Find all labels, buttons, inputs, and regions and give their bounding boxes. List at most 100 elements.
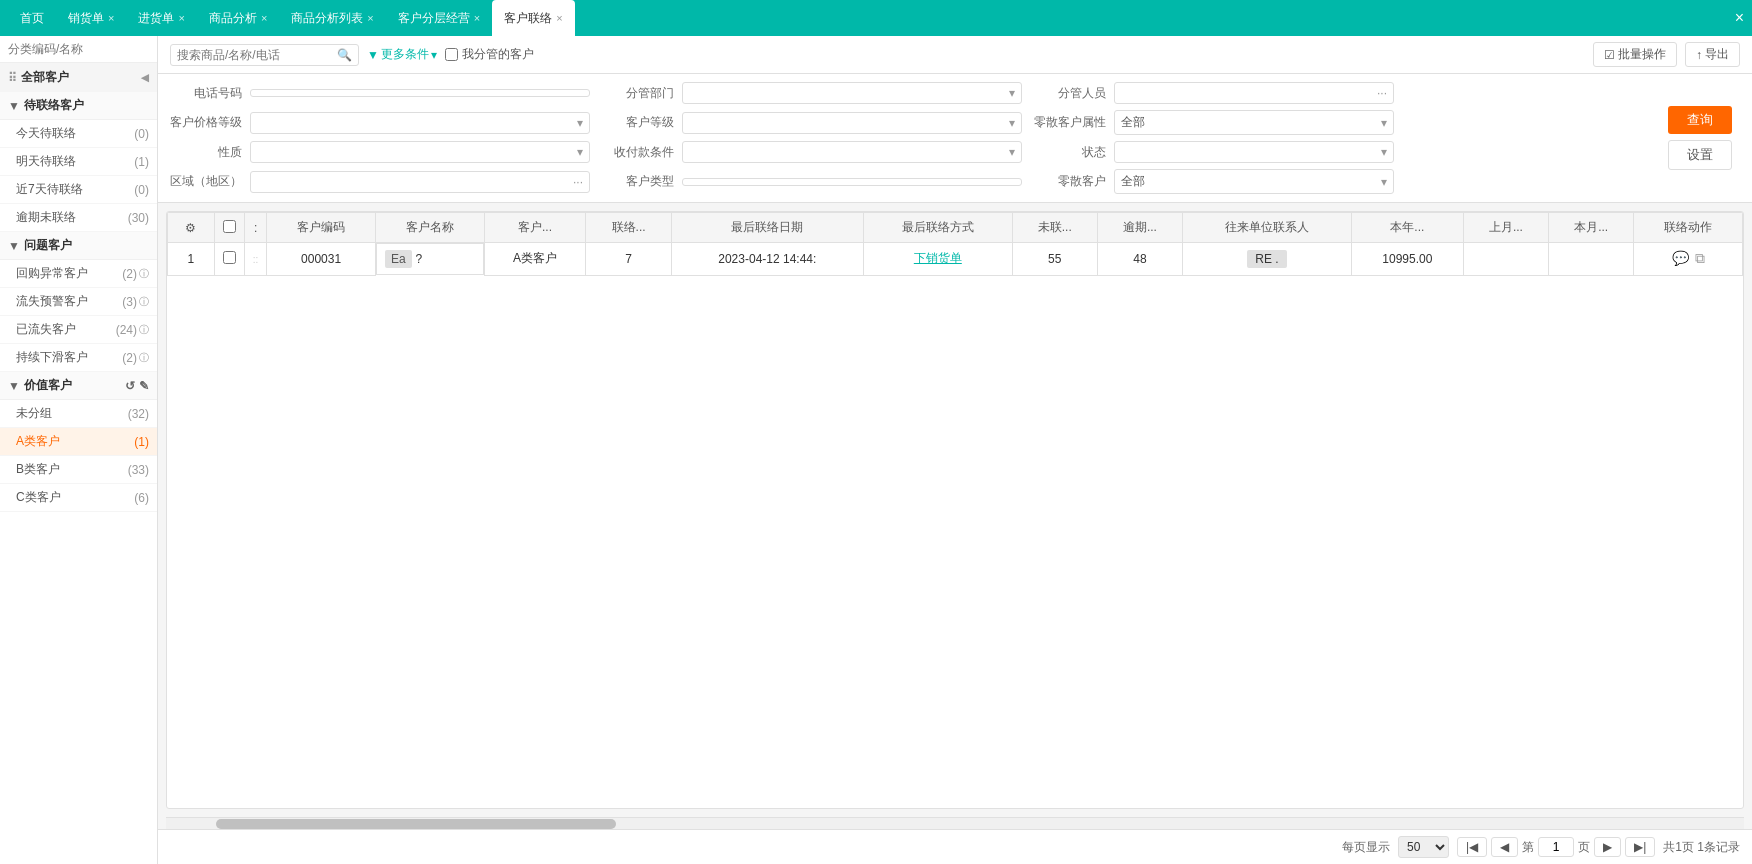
first-page-btn[interactable]: |◀ <box>1457 837 1487 857</box>
th-last-month[interactable]: 上月... <box>1463 213 1548 243</box>
sidebar-churned[interactable]: 已流失客户 (24) ⓘ <box>0 316 157 344</box>
cell-name[interactable]: Ea ? <box>376 243 484 275</box>
th-settings[interactable]: ⚙ <box>168 213 215 243</box>
th-overdue[interactable]: 逾期... <box>1097 213 1182 243</box>
manager-input[interactable]: ··· <box>1114 82 1394 104</box>
table-footer: 每页显示 50 100 200 |◀ ◀ 第 页 ▶ ▶| 共1页 1条记录 <box>158 829 1752 864</box>
nav-home[interactable]: 首页 <box>8 0 56 36</box>
link-action-icon[interactable]: ⧉ <box>1695 250 1705 267</box>
status-arrow-icon: ▾ <box>1381 145 1387 159</box>
price-grade-input[interactable]: ▾ <box>250 112 590 134</box>
problem-triangle-icon: ▼ <box>8 239 20 253</box>
phone-input[interactable] <box>250 89 590 97</box>
pending-contact-group[interactable]: ▼ 待联络客户 <box>0 92 157 120</box>
nav-product-list[interactable]: 商品分析列表 × <box>279 0 385 36</box>
search-input[interactable] <box>177 48 337 62</box>
edit-icon[interactable]: ✎ <box>139 379 149 393</box>
all-customers-header[interactable]: ⠿ 全部客户 ◀ <box>0 63 157 92</box>
horizontal-scrollbar[interactable] <box>166 817 1744 829</box>
sidebar-c-class[interactable]: C类客户 (6) <box>0 484 157 512</box>
payment-arrow-icon: ▾ <box>1009 145 1015 159</box>
th-checkbox[interactable] <box>214 213 244 243</box>
my-customers-checkbox[interactable]: 我分管的客户 <box>445 46 534 63</box>
select-all-checkbox[interactable] <box>223 220 236 233</box>
problem-customers-group[interactable]: ▼ 问题客户 <box>0 232 157 260</box>
checkbox-icon: ☑ <box>1604 48 1615 62</box>
cell-last-method[interactable]: 下销货单 <box>863 243 1012 276</box>
th-type[interactable]: 客户... <box>484 213 586 243</box>
page-number-input[interactable] <box>1538 837 1574 857</box>
payment-input[interactable]: ▾ <box>682 141 1022 163</box>
close-all-button[interactable]: × <box>1735 9 1744 27</box>
dept-input[interactable]: ▾ <box>682 82 1022 104</box>
nav-purchase[interactable]: 进货单 × <box>126 0 196 36</box>
th-last-method[interactable]: 最后联络方式 <box>863 213 1012 243</box>
nav-customer-segment[interactable]: 客户分层经营 × <box>386 0 492 36</box>
more-conditions-btn[interactable]: ▼ 更多条件 ▾ <box>367 46 437 63</box>
retail-attr-input[interactable]: 全部 ▾ <box>1114 110 1394 135</box>
filter-right-actions: ☑ 批量操作 ↑ 导出 <box>1593 42 1740 67</box>
sidebar-search-input[interactable] <box>8 42 158 56</box>
my-customers-check[interactable] <box>445 48 458 61</box>
th-person[interactable]: 往来单位联系人 <box>1183 213 1352 243</box>
nav-customer-contact[interactable]: 客户联络 × <box>492 0 574 36</box>
top-nav: 首页 销货单 × 进货单 × 商品分析 × 商品分析列表 × 客户分层经营 × … <box>0 0 1752 36</box>
prev-page-btn[interactable]: ◀ <box>1491 837 1518 857</box>
sidebar-repurchase-abnormal[interactable]: 回购异常客户 (2) ⓘ <box>0 260 157 288</box>
sidebar-today-contact[interactable]: 今天待联络 (0) <box>0 120 157 148</box>
next-page-btn[interactable]: ▶ <box>1594 837 1621 857</box>
th-code[interactable]: 客户编码 <box>267 213 376 243</box>
nav-customer-segment-close[interactable]: × <box>474 12 480 24</box>
query-button[interactable]: 查询 <box>1668 106 1732 134</box>
per-page-select[interactable]: 50 100 200 <box>1398 836 1449 858</box>
th-name[interactable]: 客户名称 <box>375 213 484 243</box>
nature-input[interactable]: ▾ <box>250 141 590 163</box>
sidebar-no-group[interactable]: 未分组 (32) <box>0 400 157 428</box>
last-page-btn[interactable]: ▶| <box>1625 837 1655 857</box>
cell-last-month <box>1463 243 1548 276</box>
th-action: 联络动作 <box>1634 213 1743 243</box>
export-button[interactable]: ↑ 导出 <box>1685 42 1740 67</box>
dept-label: 分管部门 <box>602 85 682 102</box>
th-last-date[interactable]: 最后联络日期 <box>671 213 863 243</box>
scrollbar-thumb[interactable] <box>216 819 616 829</box>
cell-checkbox[interactable] <box>214 243 244 276</box>
customer-type-input[interactable] <box>682 178 1022 186</box>
status-input[interactable]: ▾ <box>1114 141 1394 163</box>
row-checkbox[interactable] <box>223 251 236 264</box>
setting-button[interactable]: 设置 <box>1668 140 1732 170</box>
content-area: 🔍 ▼ 更多条件 ▾ 我分管的客户 ☑ 批量操作 ↑ 导出 <box>158 36 1752 864</box>
sidebar-overdue-contact[interactable]: 逾期未联络 (30) <box>0 204 157 232</box>
nav-purchase-close[interactable]: × <box>178 12 184 24</box>
sidebar-collapse-btn[interactable]: ◀ <box>141 72 149 83</box>
sidebar-a-class[interactable]: A类客户 (1) <box>0 428 157 456</box>
nav-product-analysis[interactable]: 商品分析 × <box>197 0 279 36</box>
retail-customer-input[interactable]: 全部 ▾ <box>1114 169 1394 194</box>
th-not-contact[interactable]: 未联... <box>1012 213 1097 243</box>
nav-sales-close[interactable]: × <box>108 12 114 24</box>
customer-grade-input[interactable]: ▾ <box>682 112 1022 134</box>
th-this-year[interactable]: 本年... <box>1351 213 1463 243</box>
search-icon[interactable]: 🔍 <box>337 48 352 62</box>
value-customers-group[interactable]: ▼ 价值客户 ↺ ✎ <box>0 372 157 400</box>
th-this-month[interactable]: 本月... <box>1549 213 1634 243</box>
nav-sales[interactable]: 销货单 × <box>56 0 126 36</box>
manager-label: 分管人员 <box>1034 85 1114 102</box>
th-contact[interactable]: 联络... <box>586 213 671 243</box>
sidebar-tomorrow-contact[interactable]: 明天待联络 (1) <box>0 148 157 176</box>
cell-action: 💬 ⧉ <box>1634 243 1743 276</box>
sidebar-churn-warning[interactable]: 流失预警客户 (3) ⓘ <box>0 288 157 316</box>
nature-label: 性质 <box>170 144 250 161</box>
refresh-icon[interactable]: ↺ <box>125 379 135 393</box>
nav-customer-contact-close[interactable]: × <box>556 12 562 24</box>
sidebar-declining[interactable]: 持续下滑客户 (2) ⓘ <box>0 344 157 372</box>
export-icon: ↑ <box>1696 48 1702 62</box>
cell-this-year: 10995.00 <box>1351 243 1463 276</box>
sidebar-7day-contact[interactable]: 近7天待联络 (0) <box>0 176 157 204</box>
chat-action-icon[interactable]: 💬 <box>1672 250 1689 267</box>
region-input[interactable]: ··· <box>250 171 590 193</box>
sidebar-b-class[interactable]: B类客户 (33) <box>0 456 157 484</box>
nav-product-analysis-close[interactable]: × <box>261 12 267 24</box>
nav-product-list-close[interactable]: × <box>367 12 373 24</box>
batch-ops-button[interactable]: ☑ 批量操作 <box>1593 42 1677 67</box>
